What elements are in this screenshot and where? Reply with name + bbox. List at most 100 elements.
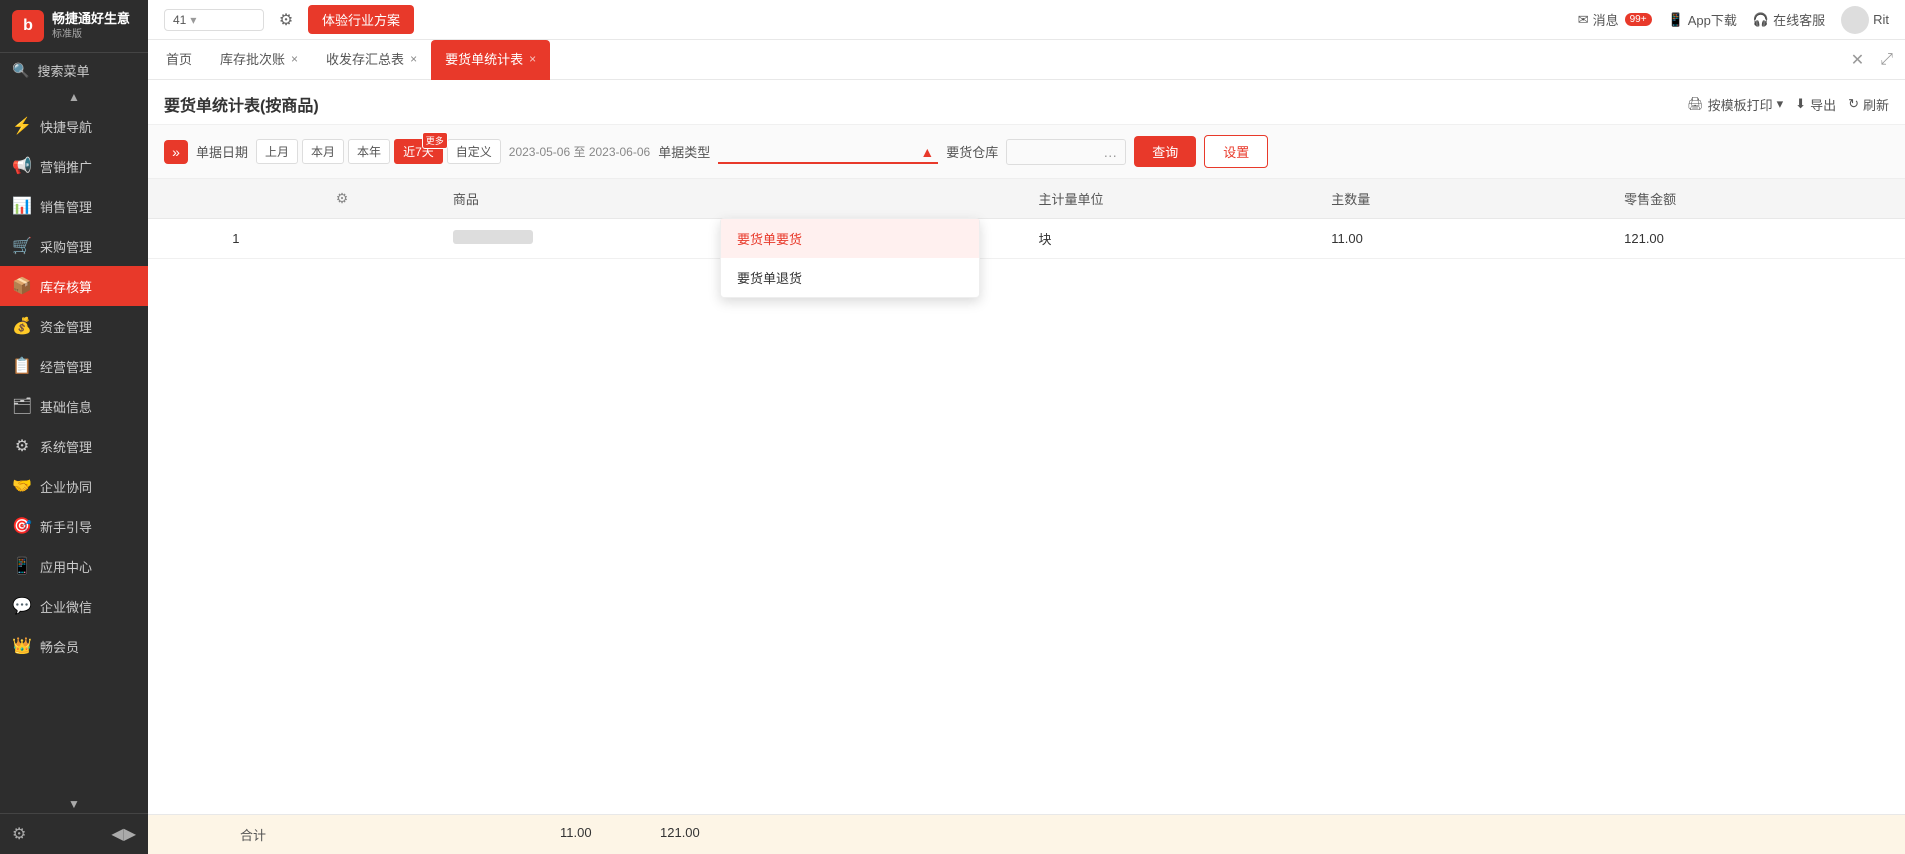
- cell-quantity: 11.00: [1319, 219, 1612, 259]
- dropdown-item-yh-return[interactable]: 要货单退货: [721, 258, 979, 297]
- filter-expand-button[interactable]: »: [164, 140, 188, 164]
- nav-icon-purchase: 🛒: [12, 236, 32, 256]
- message-button[interactable]: ✉ 消息 99+: [1578, 10, 1652, 29]
- trial-button[interactable]: 体验行业方案: [308, 5, 414, 34]
- sidebar-item-basic-info[interactable]: 🗂 基础信息: [0, 386, 148, 426]
- type-chevron-icon[interactable]: ▲: [920, 144, 934, 160]
- set-button[interactable]: 设置: [1204, 135, 1268, 168]
- sidebar-footer: ⚙ ◀▶: [0, 813, 148, 854]
- app-download-button[interactable]: 📱 App下载: [1668, 10, 1737, 29]
- sidebar-item-enterprise[interactable]: 🤝 企业协同: [0, 466, 148, 506]
- cell-unit: 块: [1026, 219, 1319, 259]
- nav-icon-wechat: 💬: [12, 596, 32, 616]
- print-icon: 🖨: [1687, 96, 1704, 112]
- date-range: 2023-05-06 至 2023-06-06: [509, 143, 650, 160]
- sidebar-item-operations[interactable]: 📋 经营管理: [0, 346, 148, 386]
- data-table: ⚙ 商品 主计量单位 主数量 零售金额 1: [148, 179, 1905, 259]
- tabbar-expand-button[interactable]: ⤢: [1872, 47, 1901, 73]
- type-label: 单据类型: [658, 142, 710, 161]
- export-button[interactable]: ⬇ 导出: [1795, 95, 1836, 114]
- logo-icon: b: [12, 10, 44, 42]
- main-content: 41 ▾ ⚙ 体验行业方案 ✉ 消息 99+ 📱 App下载 🎧 在线客服 R: [148, 0, 1905, 854]
- export-icon: ⬇: [1795, 96, 1806, 112]
- cell-seq: 1: [148, 219, 324, 259]
- table-container: ⚙ 商品 主计量单位 主数量 零售金额 1: [148, 179, 1905, 814]
- page-title: 要货单统计表(按商品): [164, 92, 319, 116]
- table-settings-icon[interactable]: ⚙: [336, 190, 349, 206]
- this-month-button[interactable]: 本月: [302, 139, 344, 164]
- last-month-button[interactable]: 上月: [256, 139, 298, 164]
- filter-bar: » 单据日期 上月 本月 本年 近7天 更多 自定义 2023-05-06 至 …: [148, 125, 1905, 179]
- nav-icon-inventory: 📦: [12, 276, 32, 296]
- sidebar-scroll-up[interactable]: ▲: [0, 88, 148, 106]
- sidebar-item-marketing[interactable]: 📢 营销推广: [0, 146, 148, 186]
- footer-label: 合计: [220, 825, 420, 844]
- sidebar-logo: b 畅捷通好生意 标准版: [0, 0, 148, 53]
- nav-icon-basic-info: 🗂: [12, 396, 32, 416]
- col-seq: [148, 179, 324, 219]
- custom-button[interactable]: 自定义: [447, 139, 501, 164]
- sidebar: b 畅捷通好生意 标准版 🔍 搜索菜单 ▲ ⚡ 快捷导航 📢 营销推广 📊 销售…: [0, 0, 148, 854]
- store-selector[interactable]: 41 ▾: [164, 9, 264, 31]
- sidebar-item-sales[interactable]: 📊 销售管理: [0, 186, 148, 226]
- tab-home[interactable]: 首页: [152, 40, 206, 80]
- col-settings: ⚙: [324, 179, 441, 219]
- tabbar-close-all-button[interactable]: ✕: [1843, 46, 1872, 74]
- sidebar-item-system[interactable]: ⚙ 系统管理: [0, 426, 148, 466]
- sidebar-item-member[interactable]: 👑 畅会员: [0, 626, 148, 666]
- dropdown-item-yh-order[interactable]: 要货单要货: [721, 219, 979, 258]
- topbar-left: 41 ▾ ⚙ 体验行业方案: [164, 5, 1578, 34]
- logo-text: 畅捷通好生意 标准版: [52, 11, 130, 41]
- type-input[interactable]: [718, 139, 938, 164]
- settings-icon[interactable]: ⚙: [12, 824, 26, 844]
- sidebar-collapse-icon[interactable]: ◀▶: [111, 824, 136, 844]
- warehouse-label: 要货仓库: [946, 142, 998, 161]
- sidebar-search[interactable]: 🔍 搜索菜单: [0, 53, 148, 88]
- footer-quantity: 11.00: [560, 825, 592, 840]
- date-label: 单据日期: [196, 142, 248, 161]
- col-quantity: 主数量: [1319, 179, 1612, 219]
- col-unit: 主计量单位: [1026, 179, 1319, 219]
- topbar-settings-button[interactable]: ⚙: [272, 6, 300, 34]
- nav-icon-quick: ⚡: [12, 116, 32, 136]
- tab-close-inventory-batch[interactable]: ×: [291, 52, 298, 66]
- tab-close-order-summary[interactable]: ×: [529, 52, 536, 66]
- user-avatar[interactable]: Rit: [1841, 6, 1889, 34]
- type-dropdown-menu: 要货单要货 要货单退货: [720, 218, 980, 298]
- this-year-button[interactable]: 本年: [348, 139, 390, 164]
- page-header: 要货单统计表(按商品) 🖨 按模板打印 ▾ ⬇ 导出 ↻ 刷新: [148, 80, 1905, 125]
- tab-order-summary[interactable]: 要货单统计表 ×: [431, 40, 550, 80]
- nav-icon-guide: 🎯: [12, 516, 32, 536]
- query-button[interactable]: 查询: [1134, 136, 1196, 167]
- nav-icon-enterprise: 🤝: [12, 476, 32, 496]
- sidebar-item-purchase[interactable]: 🛒 采购管理: [0, 226, 148, 266]
- type-select-container: ▲: [718, 139, 938, 164]
- headset-icon: 🎧: [1753, 12, 1769, 28]
- nav-icon-operations: 📋: [12, 356, 32, 376]
- refresh-icon: ↻: [1848, 96, 1859, 112]
- recent-7-button[interactable]: 近7天 更多: [394, 139, 443, 164]
- sidebar-scroll-down[interactable]: ▼: [0, 795, 148, 813]
- sidebar-item-finance[interactable]: 💰 资金管理: [0, 306, 148, 346]
- online-service-button[interactable]: 🎧 在线客服: [1753, 10, 1825, 29]
- date-buttons: 上月 本月 本年 近7天 更多 自定义: [256, 139, 501, 164]
- chevron-down-icon: ▾: [190, 13, 196, 27]
- tab-receive-summary[interactable]: 收发存汇总表 ×: [312, 40, 431, 80]
- sidebar-item-inventory[interactable]: 📦 库存核算: [0, 266, 148, 306]
- topbar: 41 ▾ ⚙ 体验行业方案 ✉ 消息 99+ 📱 App下载 🎧 在线客服 R: [148, 0, 1905, 40]
- tabbar: 首页 库存批次账 × 收发存汇总表 × 要货单统计表 × ✕ ⤢: [148, 40, 1905, 80]
- nav-icon-marketing: 📢: [12, 156, 32, 176]
- warehouse-more-icon: …: [1103, 144, 1117, 160]
- sidebar-item-app-center[interactable]: 📱 应用中心: [0, 546, 148, 586]
- sidebar-item-guide[interactable]: 🎯 新手引导: [0, 506, 148, 546]
- tab-inventory-batch[interactable]: 库存批次账 ×: [206, 40, 312, 80]
- print-template-button[interactable]: 🖨 按模板打印 ▾: [1687, 95, 1783, 114]
- tab-close-receive-summary[interactable]: ×: [410, 52, 417, 66]
- refresh-button[interactable]: ↻ 刷新: [1848, 95, 1889, 114]
- nav-icon-sales: 📊: [12, 196, 32, 216]
- cell-amount: 121.00: [1612, 219, 1905, 259]
- recent-tag: 更多: [422, 132, 448, 149]
- warehouse-select[interactable]: …: [1006, 139, 1126, 165]
- sidebar-item-wechat[interactable]: 💬 企业微信: [0, 586, 148, 626]
- sidebar-item-quick-nav[interactable]: ⚡ 快捷导航: [0, 106, 148, 146]
